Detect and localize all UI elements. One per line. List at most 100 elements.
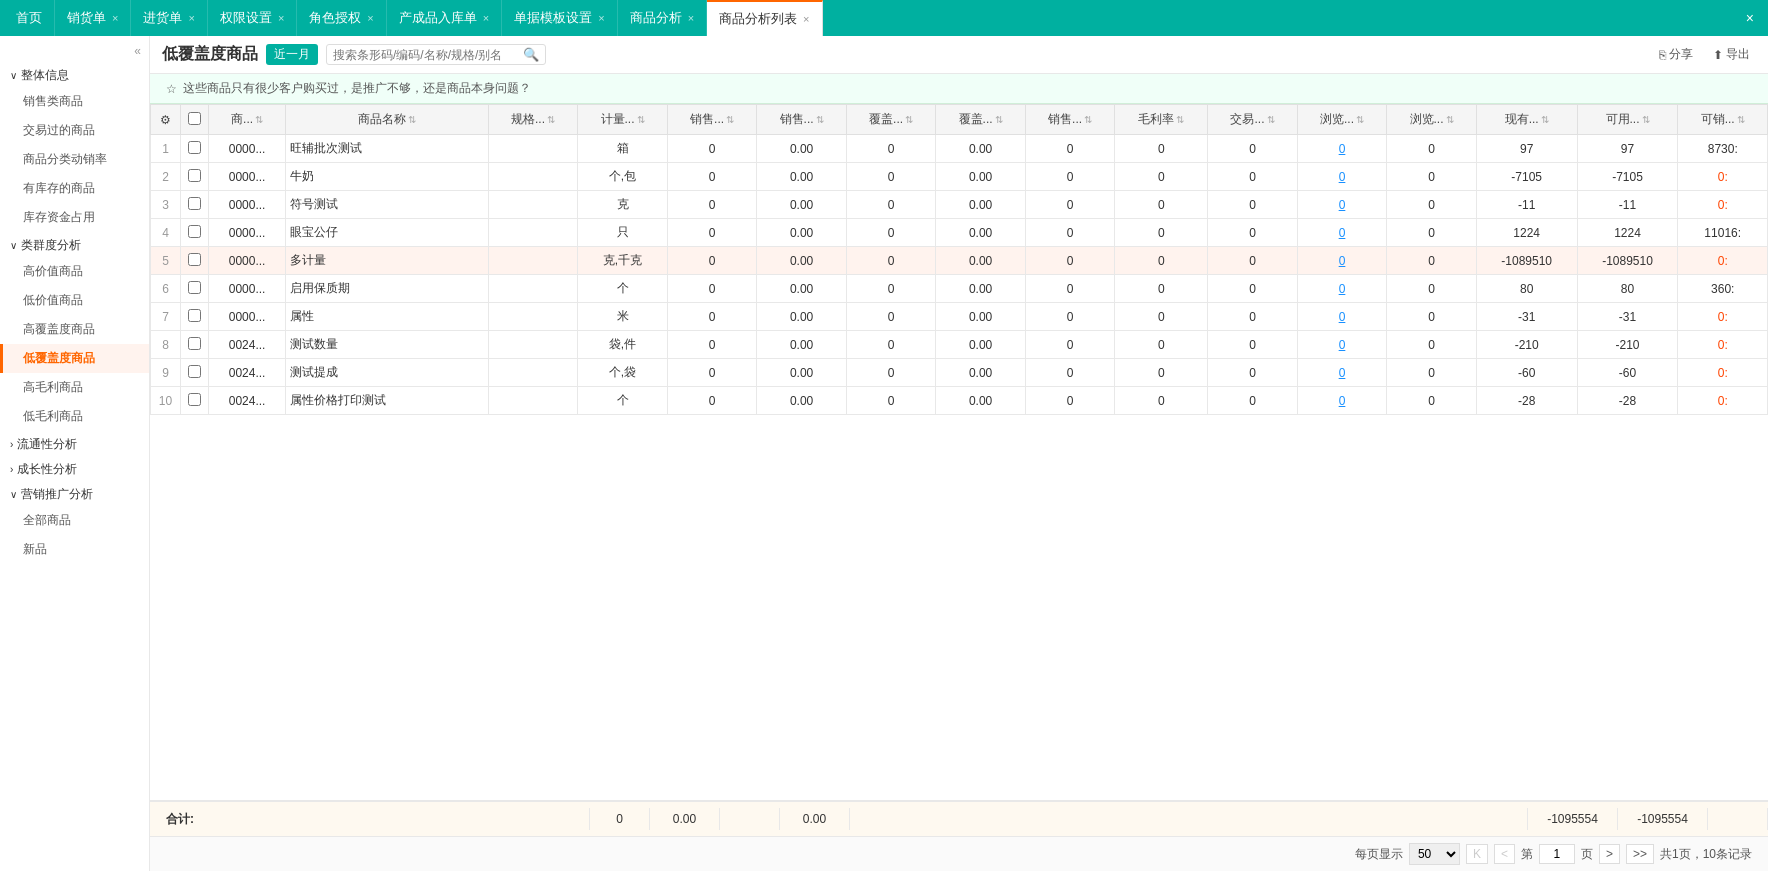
sidebar-item-all-products[interactable]: 全部商品: [0, 506, 149, 535]
share-button[interactable]: ⎘ 分享: [1653, 44, 1699, 65]
col-browse1[interactable]: 浏览...⇅: [1297, 105, 1387, 135]
next-page-button[interactable]: >: [1599, 844, 1620, 864]
cell-checkbox[interactable]: [181, 135, 209, 163]
cell-checkbox[interactable]: [181, 191, 209, 219]
window-close-button[interactable]: ×: [1736, 10, 1764, 26]
nav-template[interactable]: 单据模板设置 ×: [502, 0, 617, 36]
col-sales1[interactable]: 销售...⇅: [667, 105, 757, 135]
close-icon[interactable]: ×: [188, 12, 194, 24]
cell-checkbox[interactable]: [181, 247, 209, 275]
col-current[interactable]: 现有...⇅: [1476, 105, 1577, 135]
search-icon[interactable]: 🔍: [523, 47, 539, 62]
cell-sales3: 0: [1025, 275, 1115, 303]
close-icon[interactable]: ×: [483, 12, 489, 24]
cell-checkbox[interactable]: [181, 387, 209, 415]
col-cover1[interactable]: 覆盖...⇅: [846, 105, 936, 135]
row-checkbox[interactable]: [188, 197, 201, 210]
close-icon[interactable]: ×: [112, 12, 118, 24]
cell-checkbox[interactable]: [181, 331, 209, 359]
cell-browse1[interactable]: 0: [1297, 135, 1387, 163]
cell-current: -31: [1476, 303, 1577, 331]
sidebar-section-cluster[interactable]: ∨ 类群度分析: [0, 232, 149, 257]
sidebar-item-low-value[interactable]: 低价值商品: [0, 286, 149, 315]
cell-browse1[interactable]: 0: [1297, 331, 1387, 359]
cell-name: 符号测试: [286, 191, 489, 219]
row-checkbox[interactable]: [188, 225, 201, 238]
cell-browse1[interactable]: 0: [1297, 247, 1387, 275]
col-spec[interactable]: 规格...⇅: [488, 105, 578, 135]
last-page-button[interactable]: >>: [1626, 844, 1654, 864]
col-saleable[interactable]: 可销...⇅: [1678, 105, 1768, 135]
search-input[interactable]: [333, 48, 523, 62]
sidebar-item-high-coverage[interactable]: 高覆盖度商品: [0, 315, 149, 344]
filter-button[interactable]: 近一月: [266, 44, 318, 65]
col-unit[interactable]: 计量...⇅: [578, 105, 668, 135]
cell-checkbox[interactable]: [181, 219, 209, 247]
col-checkbox-header[interactable]: [181, 105, 209, 135]
nav-analysis-list[interactable]: 商品分析列表 ×: [707, 0, 822, 36]
first-page-button[interactable]: K: [1466, 844, 1488, 864]
col-browse2[interactable]: 浏览...⇅: [1387, 105, 1477, 135]
row-checkbox[interactable]: [188, 169, 201, 182]
col-settings[interactable]: ⚙: [151, 105, 181, 135]
col-available[interactable]: 可用...⇅: [1577, 105, 1678, 135]
cell-browse1[interactable]: 0: [1297, 219, 1387, 247]
row-checkbox[interactable]: [188, 141, 201, 154]
sidebar-section-overall[interactable]: ∨ 整体信息: [0, 62, 149, 87]
sidebar-item-high-value[interactable]: 高价值商品: [0, 257, 149, 286]
cell-browse1[interactable]: 0: [1297, 387, 1387, 415]
sidebar-item-capital[interactable]: 库存资金占用: [0, 203, 149, 232]
sidebar-item-traded-products[interactable]: 交易过的商品: [0, 116, 149, 145]
row-checkbox[interactable]: [188, 253, 201, 266]
page-input[interactable]: [1539, 844, 1575, 864]
close-icon[interactable]: ×: [803, 13, 809, 25]
per-page-select[interactable]: 50 100 200: [1409, 843, 1460, 865]
row-checkbox[interactable]: [188, 365, 201, 378]
export-button[interactable]: ⬆ 导出: [1707, 44, 1756, 65]
nav-purchase[interactable]: 进货单 ×: [131, 0, 207, 36]
sidebar-section-marketing[interactable]: ∨ 营销推广分析: [0, 481, 149, 506]
col-sales2[interactable]: 销售...⇅: [757, 105, 847, 135]
sidebar-item-stock-products[interactable]: 有库存的商品: [0, 174, 149, 203]
cell-checkbox[interactable]: [181, 275, 209, 303]
col-code[interactable]: 商...⇅: [209, 105, 286, 135]
nav-sales[interactable]: 销货单 ×: [55, 0, 131, 36]
cell-browse1[interactable]: 0: [1297, 303, 1387, 331]
sidebar-item-category-rate[interactable]: 商品分类动销率: [0, 145, 149, 174]
cell-browse1[interactable]: 0: [1297, 191, 1387, 219]
row-checkbox[interactable]: [188, 393, 201, 406]
row-checkbox[interactable]: [188, 337, 201, 350]
cell-browse1[interactable]: 0: [1297, 163, 1387, 191]
nav-production[interactable]: 产成品入库单 ×: [387, 0, 502, 36]
col-trade[interactable]: 交易...⇅: [1208, 105, 1298, 135]
col-sales3[interactable]: 销售...⇅: [1025, 105, 1115, 135]
sidebar-collapse-button[interactable]: «: [0, 40, 149, 62]
sidebar-item-low-margin[interactable]: 低毛利商品: [0, 402, 149, 431]
close-icon[interactable]: ×: [278, 12, 284, 24]
nav-analysis[interactable]: 商品分析 ×: [618, 0, 707, 36]
col-cover2[interactable]: 覆盖...⇅: [936, 105, 1026, 135]
close-icon[interactable]: ×: [688, 12, 694, 24]
close-icon[interactable]: ×: [367, 12, 373, 24]
sidebar-section-liquidity[interactable]: › 流通性分析: [0, 431, 149, 456]
nav-role[interactable]: 角色授权 ×: [297, 0, 386, 36]
sidebar-section-growth[interactable]: › 成长性分析: [0, 456, 149, 481]
row-checkbox[interactable]: [188, 281, 201, 294]
cell-checkbox[interactable]: [181, 163, 209, 191]
col-name[interactable]: 商品名称⇅: [286, 105, 489, 135]
cell-checkbox[interactable]: [181, 359, 209, 387]
prev-page-button[interactable]: <: [1494, 844, 1515, 864]
select-all-checkbox[interactable]: [188, 112, 201, 125]
nav-home[interactable]: 首页: [4, 0, 55, 36]
sidebar-item-sales-products[interactable]: 销售类商品: [0, 87, 149, 116]
row-checkbox[interactable]: [188, 309, 201, 322]
sidebar-item-low-coverage[interactable]: 低覆盖度商品: [0, 344, 149, 373]
nav-permissions[interactable]: 权限设置 ×: [208, 0, 297, 36]
cell-checkbox[interactable]: [181, 303, 209, 331]
sidebar-item-high-margin[interactable]: 高毛利商品: [0, 373, 149, 402]
cell-browse1[interactable]: 0: [1297, 359, 1387, 387]
close-icon[interactable]: ×: [598, 12, 604, 24]
col-gross-margin[interactable]: 毛利率⇅: [1115, 105, 1208, 135]
cell-browse1[interactable]: 0: [1297, 275, 1387, 303]
sidebar-item-new-products[interactable]: 新品: [0, 535, 149, 564]
